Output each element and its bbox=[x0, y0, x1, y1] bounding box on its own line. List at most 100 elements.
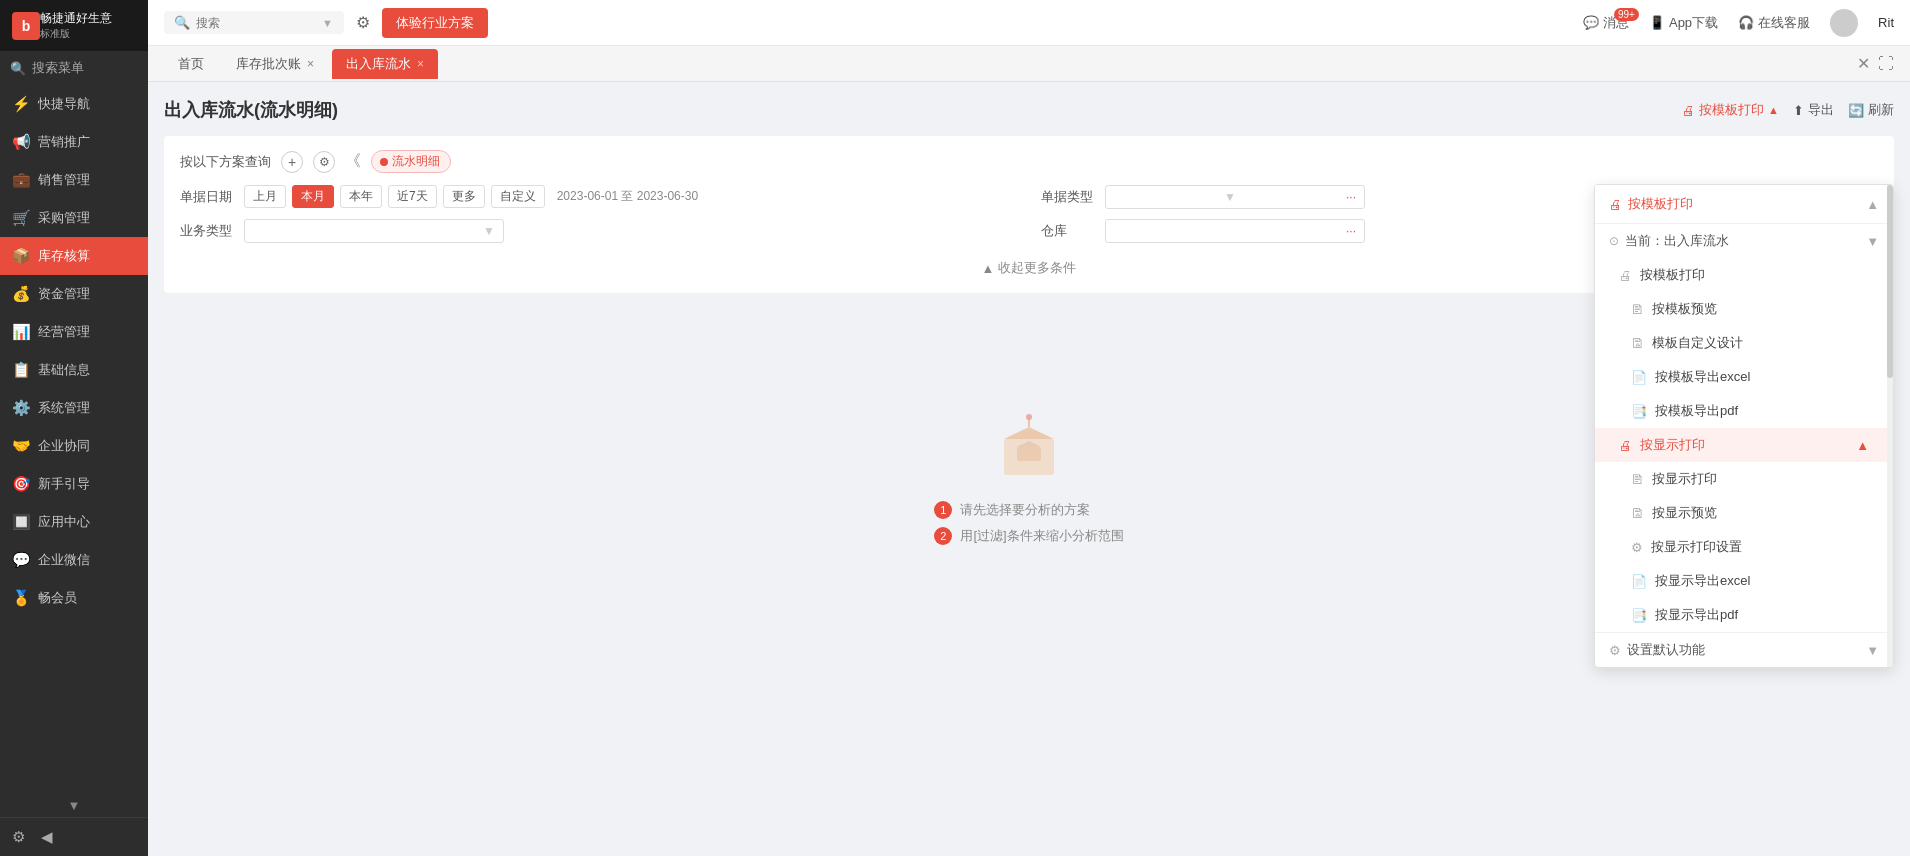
sidebar-item-inventory[interactable]: 📦 库存核算 bbox=[0, 237, 148, 275]
sidebar-item-wechat[interactable]: 💬企业微信 bbox=[0, 541, 148, 579]
nav-label-system: 系统管理 bbox=[38, 399, 90, 417]
template-print-section-header[interactable]: 🖨 按模板打印 bbox=[1595, 258, 1893, 292]
app-logo-icon: b bbox=[12, 12, 40, 40]
nav-label-finance: 资金管理 bbox=[38, 285, 90, 303]
nav-icon-inventory: 📦 bbox=[12, 247, 30, 265]
filter-collapse-btn[interactable]: 《 bbox=[345, 151, 361, 172]
topbar-search-box[interactable]: 🔍 ▼ bbox=[164, 11, 344, 34]
dropdown-item-template-pdf[interactable]: 📑 按模板导出pdf bbox=[1595, 394, 1893, 428]
display-pdf-icon: 📑 bbox=[1631, 608, 1647, 623]
nav-label-sales: 销售管理 bbox=[38, 171, 90, 189]
dropdown-footer[interactable]: ⚙ 设置默认功能 ▼ bbox=[1595, 632, 1893, 667]
sidebar-settings-icon[interactable]: ⚙ bbox=[12, 828, 25, 846]
sidebar-item-operation[interactable]: 📊经营管理 bbox=[0, 313, 148, 351]
sidebar-item-basic[interactable]: 📋基础信息 bbox=[0, 351, 148, 389]
sidebar-search[interactable]: 🔍 搜索菜单 bbox=[0, 51, 148, 85]
dropdown-item-template-excel[interactable]: 📄 按模板导出excel bbox=[1595, 360, 1893, 394]
template-preview-icon: 🖹 bbox=[1631, 302, 1644, 317]
nav-label-purchase: 采购管理 bbox=[38, 209, 90, 227]
online-service-btn[interactable]: 🎧 在线客服 bbox=[1738, 14, 1810, 32]
nav-label-basic: 基础信息 bbox=[38, 361, 90, 379]
date-quick-btn-5[interactable]: 自定义 bbox=[491, 185, 545, 208]
sidebar-item-collab[interactable]: 🤝企业协同 bbox=[0, 427, 148, 465]
content-area: 出入库流水(流水明细) 🖨 按模板打印 ▲ ⬆ 导出 🔄 刷新 bbox=[148, 82, 1910, 856]
svg-point-5 bbox=[1026, 414, 1032, 420]
nav-icon-member: 🏅 bbox=[12, 589, 30, 607]
display-print-icon: 🖹 bbox=[1631, 472, 1644, 487]
tab-close-batch-account[interactable]: × bbox=[307, 57, 314, 71]
dropdown-item-display-print[interactable]: 🖹 按显示打印 bbox=[1595, 462, 1893, 496]
filter-date-field: 单据日期 上月本月本年近7天更多自定义 2023-06-01 至 2023-06… bbox=[180, 185, 1017, 208]
dropdown-current-item[interactable]: ⊙ 当前：出入库流水 ▼ bbox=[1595, 224, 1893, 258]
scrollbar-track[interactable] bbox=[1887, 185, 1893, 667]
main-area: 🔍 ▼ ⚙ 体验行业方案 💬 消息 99+ 📱 App下载 🎧 在线客服 Rit bbox=[148, 0, 1910, 856]
dropdown-item-display-pdf[interactable]: 📑 按显示导出pdf bbox=[1595, 598, 1893, 632]
tab-batch-account[interactable]: 库存批次账 × bbox=[222, 49, 328, 79]
date-quick-btn-0[interactable]: 上月 bbox=[244, 185, 286, 208]
dropdown-item-template-custom[interactable]: 🖺 模板自定义设计 bbox=[1595, 326, 1893, 360]
export-btn[interactable]: ⬆ 导出 bbox=[1793, 101, 1834, 119]
sidebar-item-app-center[interactable]: 🔲应用中心 bbox=[0, 503, 148, 541]
sidebar-item-purchase[interactable]: 🛒采购管理 bbox=[0, 199, 148, 237]
filter-add-btn[interactable]: + bbox=[281, 151, 303, 173]
dropdown-close-arrow[interactable]: ▲ bbox=[1866, 197, 1879, 212]
tab-home[interactable]: 首页 bbox=[164, 49, 218, 79]
tab-label-home: 首页 bbox=[178, 55, 204, 73]
dropdown-item-display-preview[interactable]: 🖺 按显示预览 bbox=[1595, 496, 1893, 530]
voucher-type-select[interactable]: ▼ ··· bbox=[1105, 185, 1365, 209]
sidebar-nav: ⚡快捷导航📢营销推广💼销售管理🛒采购管理 📦 库存核算 💰 资金管理 📊经营管理📋基础信息… bbox=[0, 85, 148, 794]
refresh-icon: 🔄 bbox=[1848, 103, 1864, 118]
svg-marker-1 bbox=[1004, 427, 1054, 439]
tab-flow[interactable]: 出入库流水 × bbox=[332, 49, 438, 79]
nav-label-inventory: 库存核算 bbox=[38, 247, 90, 265]
display-preview-icon: 🖺 bbox=[1631, 506, 1644, 521]
sidebar-logo-text: 畅捷通好生意 标准版 bbox=[40, 10, 112, 41]
filter-tag: 流水明细 bbox=[371, 150, 451, 173]
display-print-header-icon: 🖨 bbox=[1619, 438, 1632, 453]
empty-step-1: 1 请先选择要分析的方案 bbox=[934, 501, 1123, 519]
trial-btn[interactable]: 体验行业方案 bbox=[382, 8, 488, 38]
sidebar-item-member[interactable]: 🏅 畅会员 bbox=[0, 579, 148, 617]
topbar-gear-icon[interactable]: ⚙ bbox=[356, 13, 370, 32]
tab-close-flow[interactable]: × bbox=[417, 57, 424, 71]
close-all-tabs-btn[interactable]: ✕ bbox=[1857, 54, 1870, 73]
sidebar-item-finance[interactable]: 💰 资金管理 bbox=[0, 275, 148, 313]
refresh-btn[interactable]: 🔄 刷新 bbox=[1848, 101, 1894, 119]
business-type-select[interactable]: ▼ bbox=[244, 219, 504, 243]
display-print-section-header[interactable]: 🖨 按显示打印 ▲ bbox=[1595, 428, 1893, 462]
date-quick-btn-3[interactable]: 近7天 bbox=[388, 185, 437, 208]
date-quick-btn-2[interactable]: 本年 bbox=[340, 185, 382, 208]
display-settings-icon: ⚙ bbox=[1631, 540, 1643, 555]
template-pdf-icon: 📑 bbox=[1631, 404, 1647, 419]
nav-icon-guide: 🎯 bbox=[12, 475, 30, 493]
user-avatar[interactable] bbox=[1830, 9, 1858, 37]
print-template-btn[interactable]: 🖨 按模板打印 ▲ bbox=[1682, 101, 1779, 119]
filter-setting-btn[interactable]: ⚙ bbox=[313, 151, 335, 173]
footer-arrow: ▼ bbox=[1866, 643, 1879, 658]
expand-tabs-btn[interactable]: ⛶ bbox=[1878, 55, 1894, 73]
warehouse-select[interactable]: ··· bbox=[1105, 219, 1365, 243]
dropdown-item-display-settings[interactable]: ⚙ 按显示打印设置 bbox=[1595, 530, 1893, 564]
sidebar-scroll-down[interactable]: ▼ bbox=[0, 794, 148, 817]
sidebar-item-marketing[interactable]: 📢营销推广 bbox=[0, 123, 148, 161]
topbar-search-input[interactable] bbox=[196, 16, 316, 30]
dropdown-item-template-preview[interactable]: 🖹 按模板预览 bbox=[1595, 292, 1893, 326]
page-actions: 🖨 按模板打印 ▲ ⬆ 导出 🔄 刷新 bbox=[1682, 101, 1894, 119]
date-quick-btn-4[interactable]: 更多 bbox=[443, 185, 485, 208]
nav-label-member: 畅会员 bbox=[38, 589, 77, 607]
nav-icon-finance: 💰 bbox=[12, 285, 30, 303]
date-quick-btn-1[interactable]: 本月 bbox=[292, 185, 334, 208]
topbar-search-dropdown[interactable]: ▼ bbox=[322, 17, 333, 29]
app-download-btn[interactable]: 📱 App下载 bbox=[1649, 14, 1718, 32]
sidebar-item-quick-nav[interactable]: ⚡快捷导航 bbox=[0, 85, 148, 123]
sidebar-item-sales[interactable]: 💼销售管理 bbox=[0, 161, 148, 199]
nav-icon-operation: 📊 bbox=[12, 323, 30, 341]
dropdown-item-display-excel[interactable]: 📄 按显示导出excel bbox=[1595, 564, 1893, 598]
sidebar-item-system[interactable]: ⚙️系统管理 bbox=[0, 389, 148, 427]
message-btn[interactable]: 💬 消息 99+ bbox=[1583, 14, 1629, 32]
sidebar-collapse-icon[interactable]: ◀ bbox=[41, 828, 53, 846]
sidebar-item-guide[interactable]: 🎯新手引导 bbox=[0, 465, 148, 503]
scrollbar-thumb bbox=[1887, 185, 1893, 378]
dropdown-panel: 🖨 按模板打印 ▲ ⊙ 当前：出入库流水 ▼ 🖨 按模板打印 🖹 bbox=[1594, 184, 1894, 668]
nav-icon-quick-nav: ⚡ bbox=[12, 95, 30, 113]
